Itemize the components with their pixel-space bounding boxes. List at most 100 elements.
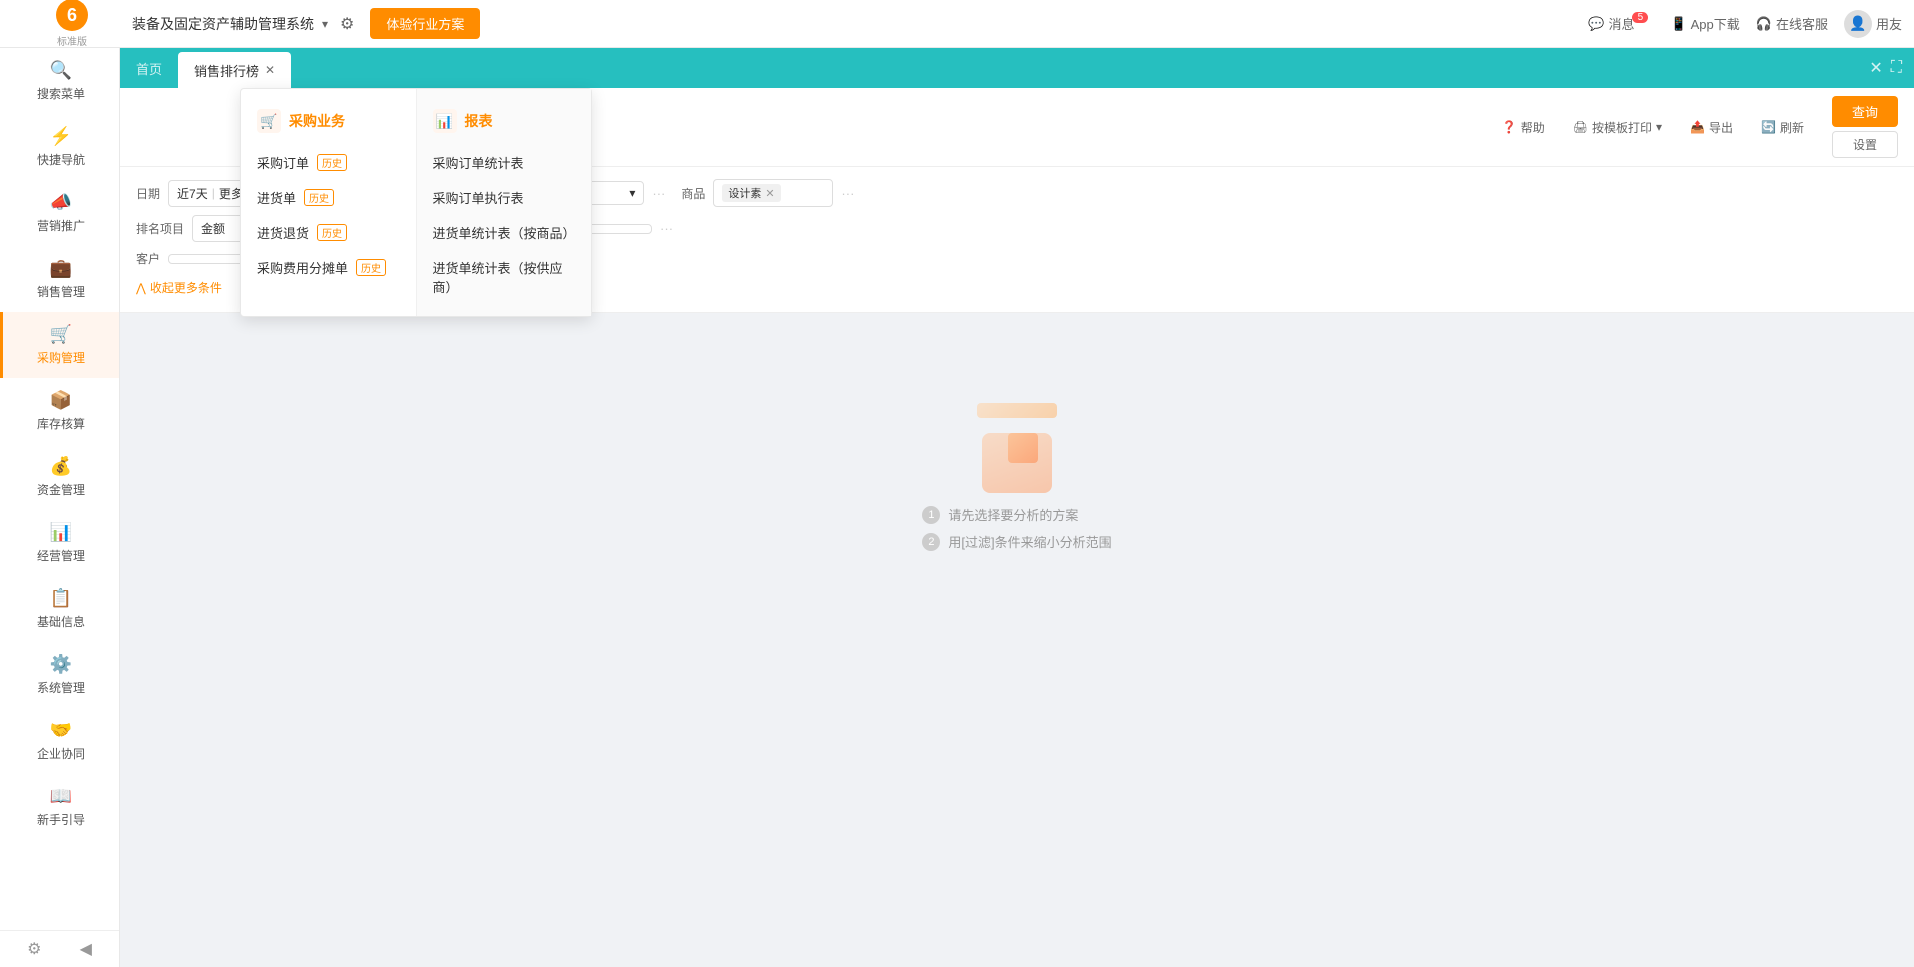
top-bar: 6 标准版 装备及固定资产辅助管理系统 ▾ ⚙ 体验行业方案 💬 消息 5 📱 … [0, 0, 1914, 48]
messages-item[interactable]: 💬 消息 5 [1588, 14, 1654, 33]
export-btn[interactable]: 📤 导出 [1682, 115, 1741, 140]
dropdown-header-report: 📊 报表 [417, 101, 592, 145]
order-stats-label: 采购订单统计表 [433, 153, 524, 172]
dropdown-item-purchase-order[interactable]: 采购订单 历史 [241, 145, 416, 180]
print-icon: 🖨 [1573, 120, 1588, 134]
report-header-icon: 📊 [433, 109, 457, 133]
voucher-status-more[interactable]: ··· [652, 186, 665, 201]
tab-close-icon[interactable]: ✕ [265, 63, 275, 77]
purchase-order-history[interactable]: 历史 [317, 154, 347, 171]
sidebar-item-operation[interactable]: 📊 经营管理 [0, 510, 119, 576]
marketing-icon: 📣 [50, 192, 72, 213]
top-right: 💬 消息 5 📱 App下载 🎧 在线客服 👤 用友 [1588, 10, 1902, 38]
system-dropdown-arrow[interactable]: ▾ [322, 17, 328, 31]
user-item[interactable]: 👤 用友 [1844, 10, 1902, 38]
sidebar-item-finance[interactable]: 💰 资金管理 [0, 444, 119, 510]
goods-tag-close[interactable]: ✕ [765, 187, 774, 200]
tab-bar-actions: ✕ ⛶ [1857, 48, 1914, 88]
sidebar-item-quick-nav[interactable]: ⚡ 快捷导航 [0, 114, 119, 180]
sidebar-item-purchase[interactable]: 🛒 采购管理 [0, 312, 119, 378]
sidebar-label-finance: 资金管理 [37, 481, 85, 498]
print-label: 按模板打印 [1592, 119, 1652, 136]
dropdown-item-return[interactable]: 进货退货 历史 [241, 215, 416, 250]
main-layout: 🔍 搜索菜单 ⚡ 快捷导航 📣 营销推广 💼 销售管理 🛒 采购管理 📦 库存核… [0, 48, 1914, 967]
app-download-item[interactable]: 📱 App下载 [1670, 14, 1739, 33]
return-history[interactable]: 历史 [317, 224, 347, 241]
message-badge: 5 [1632, 12, 1648, 23]
online-service-item[interactable]: 🎧 在线客服 [1756, 14, 1828, 33]
goods-label: 商品 [681, 185, 705, 202]
dropdown-item-expense[interactable]: 采购费用分摊单 历史 [241, 250, 416, 285]
incoming-history[interactable]: 历史 [304, 189, 334, 206]
dropdown-header-purchase: 🛒 采购业务 [241, 101, 416, 145]
export-icon: 📤 [1690, 120, 1705, 134]
expense-history[interactable]: 历史 [356, 259, 386, 276]
tab-home[interactable]: 首页 [120, 48, 178, 88]
tab-maximize-icon[interactable]: ⛶ [1891, 59, 1902, 77]
industry-btn[interactable]: 体验行业方案 [370, 8, 480, 39]
date-label: 日期 [136, 185, 160, 202]
dropdown-item-incoming-stats-supplier[interactable]: 进货单统计表（按供应商） [417, 250, 592, 304]
tab-sales-ranking-label: 销售排行榜 [194, 61, 259, 80]
empty-text: 1 请先选择要分析的方案 2 用[过滤]条件来缩小分析范围 [922, 505, 1111, 551]
inventory-icon: 📦 [50, 390, 72, 411]
salesperson-more[interactable]: ··· [660, 221, 673, 236]
print-dropdown-icon: ▾ [1656, 120, 1662, 134]
dropdown-item-order-exec[interactable]: 采购订单执行表 [417, 180, 592, 215]
sidebar-item-marketing[interactable]: 📣 营销推广 [0, 180, 119, 246]
settings-bottom-icon[interactable]: ⚙ [27, 939, 41, 959]
sidebar-label-operation: 经营管理 [37, 547, 85, 564]
goods-more[interactable]: ··· [841, 186, 854, 201]
customer-label: 客户 [136, 250, 160, 267]
ranking-label: 排名项目 [136, 220, 184, 237]
query-button[interactable]: 查询 [1832, 96, 1898, 127]
dropdown-item-incoming[interactable]: 进货单 历史 [241, 180, 416, 215]
sidebar-item-basic-info[interactable]: 📋 基础信息 [0, 576, 119, 642]
set-button[interactable]: 设置 [1832, 131, 1898, 158]
refresh-btn[interactable]: 🔄 刷新 [1753, 115, 1812, 140]
sidebar-label-inventory: 库存核算 [37, 415, 85, 432]
system-icon: ⚙️ [50, 654, 72, 675]
dropdown-item-incoming-stats-goods[interactable]: 进货单统计表（按商品） [417, 215, 592, 250]
date-preset-near7[interactable]: 近7天 [177, 185, 208, 202]
tab-close-all-icon[interactable]: ✕ [1869, 58, 1882, 78]
tab-sales-ranking[interactable]: 销售排行榜 ✕ [178, 52, 291, 88]
empty-illustration [957, 393, 1077, 493]
logo-area: 6 标准版 [12, 0, 132, 48]
purchase-header-label: 采购业务 [289, 111, 345, 131]
logo-subtitle: 标准版 [57, 33, 87, 48]
online-service-label: 在线客服 [1776, 14, 1828, 33]
print-btn[interactable]: 🖨 按模板打印 ▾ [1565, 115, 1670, 140]
goods-input[interactable]: 设计素 ✕ [713, 179, 833, 207]
collapse-label: 收起更多条件 [150, 279, 222, 296]
refresh-label: 刷新 [1780, 119, 1804, 136]
sidebar-item-enterprise[interactable]: 🤝 企业协同 [0, 708, 119, 774]
dropdown-item-order-stats[interactable]: 采购订单统计表 [417, 145, 592, 180]
user-avatar: 👤 [1844, 10, 1872, 38]
user-label: 用友 [1876, 14, 1902, 33]
content-area: 首页 销售排行榜 ✕ ✕ ⛶ ❓ 帮助 🖨 按模板打印 [120, 48, 1914, 967]
sidebar-item-system[interactable]: ⚙️ 系统管理 [0, 642, 119, 708]
refresh-icon: 🔄 [1761, 120, 1776, 134]
empty-step1: 1 请先选择要分析的方案 [922, 505, 1111, 524]
sidebar: 🔍 搜索菜单 ⚡ 快捷导航 📣 营销推广 💼 销售管理 🛒 采购管理 📦 库存核… [0, 48, 120, 967]
collapse-sidebar-icon[interactable]: ◀ [80, 939, 92, 959]
settings-icon[interactable]: ⚙ [340, 14, 354, 34]
report-header-label: 报表 [465, 111, 493, 131]
ranking-value: 金额 [201, 220, 225, 237]
system-title-area: 装备及固定资产辅助管理系统 ▾ ⚙ 体验行业方案 [132, 8, 1588, 39]
phone-icon: 📱 [1670, 16, 1686, 32]
sidebar-label-quick-nav: 快捷导航 [37, 151, 85, 168]
goods-tag-text: 设计素 [728, 185, 761, 201]
help-icon: ❓ [1502, 120, 1517, 134]
incoming-stats-supplier-label: 进货单统计表（按供应商） [433, 258, 576, 296]
export-label: 导出 [1709, 119, 1733, 136]
help-btn[interactable]: ❓ 帮助 [1494, 115, 1553, 140]
sidebar-item-inventory[interactable]: 📦 库存核算 [0, 378, 119, 444]
dropdown-col-report: 📊 报表 采购订单统计表 采购订单执行表 进货单统计表（按商品） 进货单统计表（… [416, 89, 592, 316]
sidebar-item-search[interactable]: 🔍 搜索菜单 [0, 48, 119, 114]
sidebar-item-guide[interactable]: 📖 新手引导 [0, 774, 119, 840]
guide-icon: 📖 [50, 786, 72, 807]
sidebar-item-sales[interactable]: 💼 销售管理 [0, 246, 119, 312]
order-exec-label: 采购订单执行表 [433, 188, 524, 207]
